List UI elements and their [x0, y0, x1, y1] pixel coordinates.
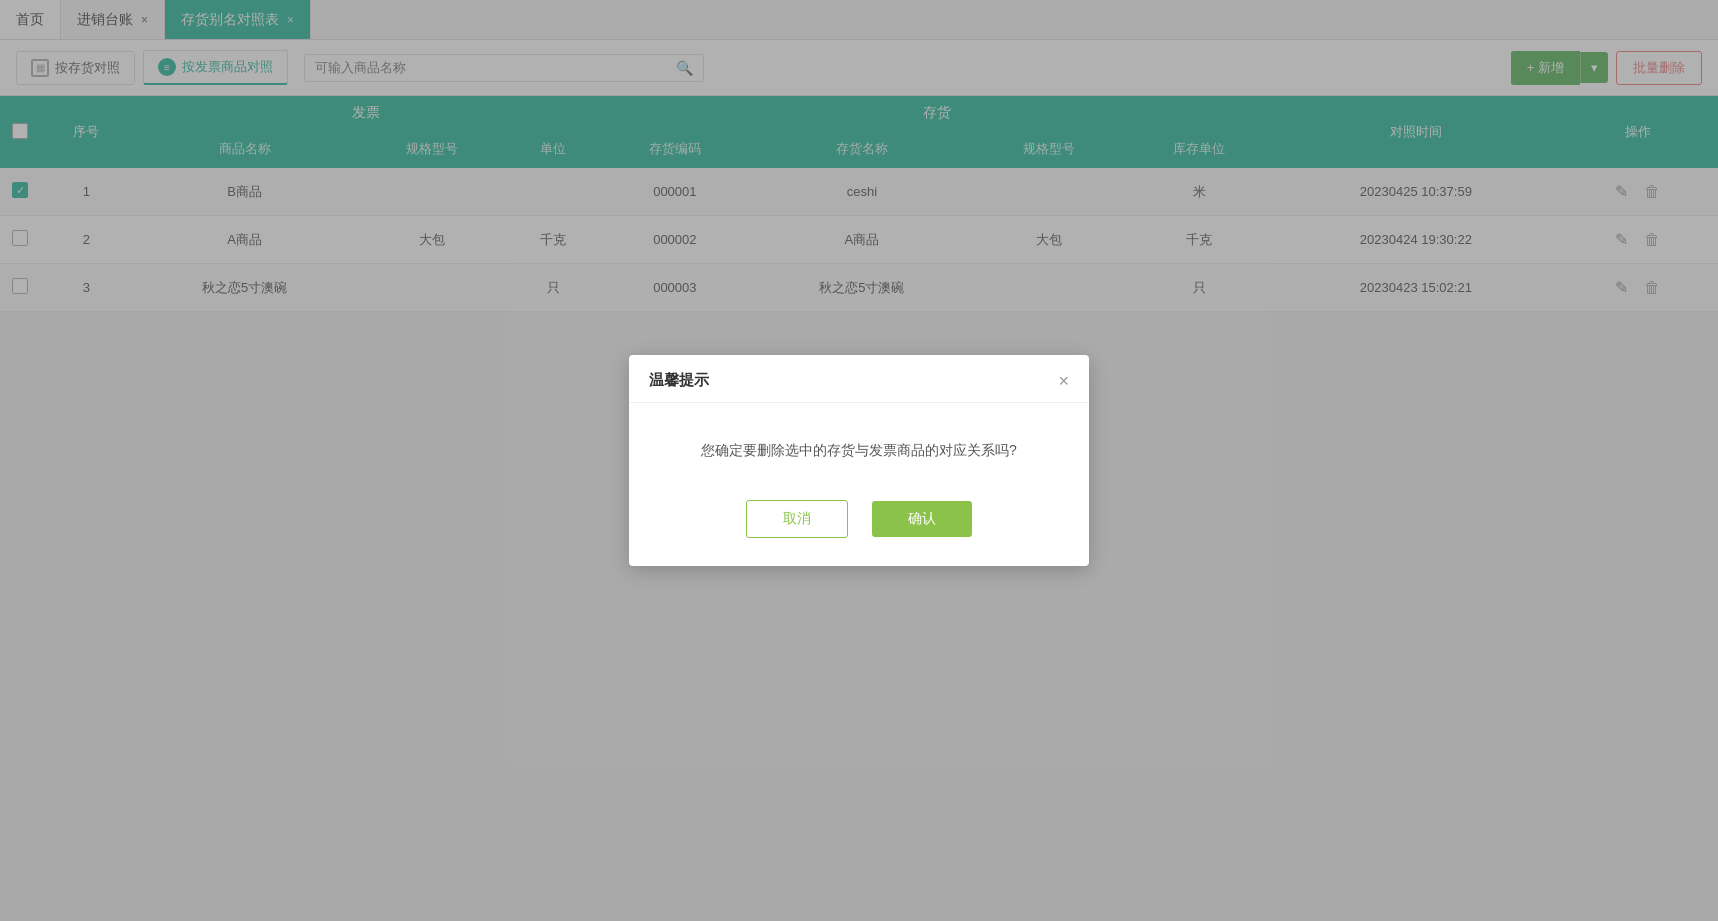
dialog-footer: 取消 确认 — [629, 490, 1089, 566]
dialog-close-btn[interactable]: × — [1058, 372, 1069, 390]
dialog-confirm-btn[interactable]: 确认 — [872, 501, 972, 537]
dialog-body: 您确定要删除选中的存货与发票商品的对应关系吗? — [629, 403, 1089, 489]
overlay: 温馨提示 × 您确定要删除选中的存货与发票商品的对应关系吗? 取消 确认 — [0, 0, 1718, 921]
dialog: 温馨提示 × 您确定要删除选中的存货与发票商品的对应关系吗? 取消 确认 — [629, 355, 1089, 565]
dialog-title: 温馨提示 — [649, 371, 709, 390]
dialog-message: 您确定要删除选中的存货与发票商品的对应关系吗? — [701, 442, 1017, 458]
dialog-cancel-btn[interactable]: 取消 — [746, 500, 848, 538]
dialog-header: 温馨提示 × — [629, 355, 1089, 403]
